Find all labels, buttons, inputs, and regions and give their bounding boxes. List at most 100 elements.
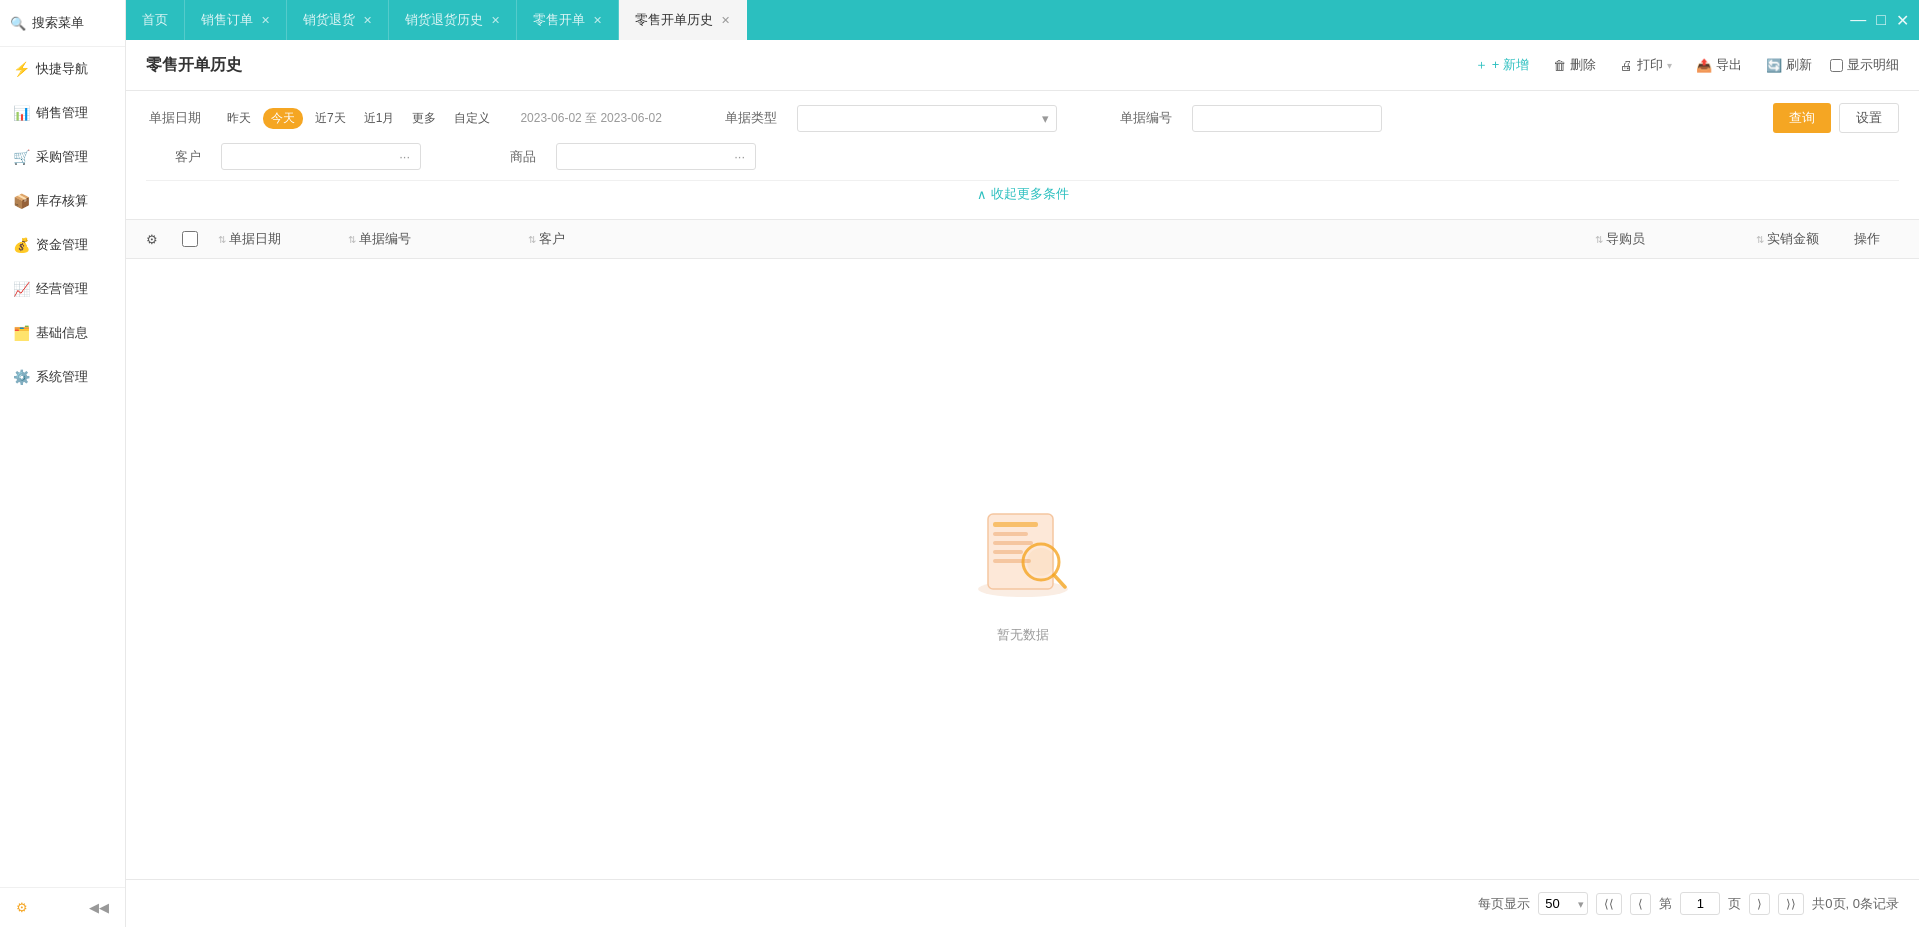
sort-number-icon[interactable]: ⇅ xyxy=(348,234,356,245)
sidebar-item-quick-nav[interactable]: ⚡快捷导航 xyxy=(0,47,125,91)
tab-close-sales-order[interactable]: ✕ xyxy=(261,14,270,27)
sidebar-item-system[interactable]: ⚙️系统管理 xyxy=(0,355,125,399)
maximize-button[interactable]: □ xyxy=(1876,11,1886,29)
th-action: 操作 xyxy=(1827,220,1907,258)
print-label: 打印 xyxy=(1637,56,1663,74)
tab-close-sales-return[interactable]: ✕ xyxy=(363,14,372,27)
display-detail-input[interactable] xyxy=(1830,59,1843,72)
svg-rect-5 xyxy=(993,550,1023,554)
tab-sales-return[interactable]: 销货退货✕ xyxy=(287,0,389,40)
print-button[interactable]: 🖨 打印 ▾ xyxy=(1614,52,1678,78)
page-number-input[interactable] xyxy=(1680,892,1720,915)
tab-retail-open[interactable]: 零售开单✕ xyxy=(517,0,619,40)
settings-button[interactable]: 设置 xyxy=(1839,103,1899,133)
select-all-checkbox[interactable] xyxy=(182,231,198,247)
print-icon: 🖨 xyxy=(1620,58,1633,73)
tab-retail-open-history[interactable]: 零售开单历史 ✕ xyxy=(619,0,747,40)
date-filter-label: 单据日期 xyxy=(146,109,201,127)
table-area: ⚙ ⇅ 单据日期 ⇅ 单据编号 ⇅ 客户 ⇅ 导购员 ⇅ xyxy=(126,220,1919,879)
th-guide: ⇅ 导购员 xyxy=(1587,220,1707,258)
settings-icon[interactable]: ⚙ xyxy=(16,900,28,915)
th-settings: ⚙ xyxy=(138,220,174,258)
empty-text: 暂无数据 xyxy=(997,626,1049,644)
display-detail-checkbox[interactable]: 显示明细 xyxy=(1830,56,1899,74)
collapse-conditions[interactable]: ∧ 收起更多条件 xyxy=(146,180,1899,207)
product-input[interactable]: ··· xyxy=(556,143,756,170)
sidebar-item-basic-info[interactable]: 🗂️基础信息 xyxy=(0,311,125,355)
tab-close-retail-open[interactable]: ✕ xyxy=(593,14,602,27)
empty-state: 暂无数据 xyxy=(903,434,1143,704)
collapse-sidebar-icon[interactable]: ◀◀ xyxy=(89,900,109,915)
delete-label: 删除 xyxy=(1570,56,1596,74)
sidebar-search[interactable]: 🔍 搜索菜单 xyxy=(0,0,125,47)
first-page-button[interactable]: ⟨⟨ xyxy=(1596,893,1622,915)
type-filter-label: 单据类型 xyxy=(722,109,777,127)
customer-input[interactable]: ··· xyxy=(221,143,421,170)
tab-home[interactable]: 首页 xyxy=(126,0,185,40)
tab-close-sales-return-history[interactable]: ✕ xyxy=(491,14,500,27)
export-button[interactable]: 📤 导出 xyxy=(1690,52,1748,78)
collapse-up-icon: ∧ xyxy=(977,187,987,202)
toolbar: ＋ + 新增 🗑 删除 🖨 打印 ▾ 📤 导出 🔄 刷新 xyxy=(1469,52,1899,78)
sidebar-icon-system: ⚙️ xyxy=(13,369,30,385)
print-dropdown-icon: ▾ xyxy=(1667,60,1672,71)
main-content: 首页销售订单✕销货退货✕销货退货历史✕零售开单✕ 零售开单历史 ✕ — □ ✕ 零售… xyxy=(126,0,1919,927)
sidebar-item-inventory[interactable]: 📦库存核算 xyxy=(0,179,125,223)
filter-row-1: 单据日期 昨天今天近7天近1月更多自定义 2023-06-02 至 2023-0… xyxy=(146,103,1899,133)
th-guide-label: 导购员 xyxy=(1606,230,1645,248)
table-body: 暂无数据 xyxy=(126,259,1919,879)
date-opt-自定义[interactable]: 自定义 xyxy=(448,108,496,129)
delete-button[interactable]: 🗑 删除 xyxy=(1547,52,1602,78)
type-select[interactable] xyxy=(797,105,1057,132)
delete-icon: 🗑 xyxy=(1553,58,1566,73)
tab-label-home: 首页 xyxy=(142,11,168,29)
empty-illustration-svg xyxy=(963,494,1083,614)
page-label: 页 xyxy=(1728,895,1741,913)
sort-guide-icon[interactable]: ⇅ xyxy=(1595,234,1603,245)
table-settings-icon[interactable]: ⚙ xyxy=(146,232,158,247)
tab-close-retail-open-history[interactable]: ✕ xyxy=(721,14,730,27)
tab-label-retail-open-history: 零售开单历史 xyxy=(635,11,713,29)
sidebar-label-inventory: 库存核算 xyxy=(36,192,88,210)
add-button[interactable]: ＋ + 新增 xyxy=(1469,52,1535,78)
sidebar-item-sales-mgmt[interactable]: 📊销售管理 xyxy=(0,91,125,135)
sort-amount-icon[interactable]: ⇅ xyxy=(1756,234,1764,245)
refresh-button[interactable]: 🔄 刷新 xyxy=(1760,52,1818,78)
add-icon: ＋ xyxy=(1475,56,1488,74)
filter-row-2: 客户 ··· 商品 ··· xyxy=(146,143,1899,170)
product-ellipsis-icon: ··· xyxy=(734,149,745,164)
number-input[interactable] xyxy=(1192,105,1382,132)
sidebar-item-purchase-mgmt[interactable]: 🛒采购管理 xyxy=(0,135,125,179)
th-check xyxy=(174,220,210,258)
refresh-label: 刷新 xyxy=(1786,56,1812,74)
sort-date-icon[interactable]: ⇅ xyxy=(218,234,226,245)
tab-sales-order[interactable]: 销售订单✕ xyxy=(185,0,287,40)
next-page-button[interactable]: ⟩ xyxy=(1749,893,1770,915)
last-page-button[interactable]: ⟩⟩ xyxy=(1778,893,1804,915)
minimize-button[interactable]: — xyxy=(1850,11,1866,29)
per-page-select[interactable]: 10 20 50 100 xyxy=(1538,892,1588,915)
sidebar-bottom: ⚙ ◀◀ xyxy=(0,887,125,927)
query-button[interactable]: 查询 xyxy=(1773,103,1831,133)
date-range: 2023-06-02 至 2023-06-02 xyxy=(520,110,661,127)
svg-point-8 xyxy=(1027,548,1055,576)
date-opt-更多[interactable]: 更多 xyxy=(406,108,442,129)
date-opt-近1月[interactable]: 近1月 xyxy=(358,108,401,129)
close-button[interactable]: ✕ xyxy=(1896,11,1909,30)
sidebar-label-sales-mgmt: 销售管理 xyxy=(36,104,88,122)
svg-rect-6 xyxy=(993,559,1031,563)
date-opt-昨天[interactable]: 昨天 xyxy=(221,108,257,129)
sidebar-icon-operations: 📈 xyxy=(13,281,30,297)
th-customer-label: 客户 xyxy=(539,230,565,248)
th-amount-label: 实销金额 xyxy=(1767,230,1819,248)
date-opt-近7天[interactable]: 近7天 xyxy=(309,108,352,129)
customer-filter-label: 客户 xyxy=(146,148,201,166)
date-opt-今天[interactable]: 今天 xyxy=(263,108,303,129)
tab-sales-return-history[interactable]: 销货退货历史✕ xyxy=(389,0,517,40)
th-action-label: 操作 xyxy=(1854,230,1880,248)
total-info: 共0页, 0条记录 xyxy=(1812,895,1899,913)
sort-customer-icon[interactable]: ⇅ xyxy=(528,234,536,245)
prev-page-button[interactable]: ⟨ xyxy=(1630,893,1651,915)
sidebar-item-operations[interactable]: 📈经营管理 xyxy=(0,267,125,311)
sidebar-item-finance[interactable]: 💰资金管理 xyxy=(0,223,125,267)
